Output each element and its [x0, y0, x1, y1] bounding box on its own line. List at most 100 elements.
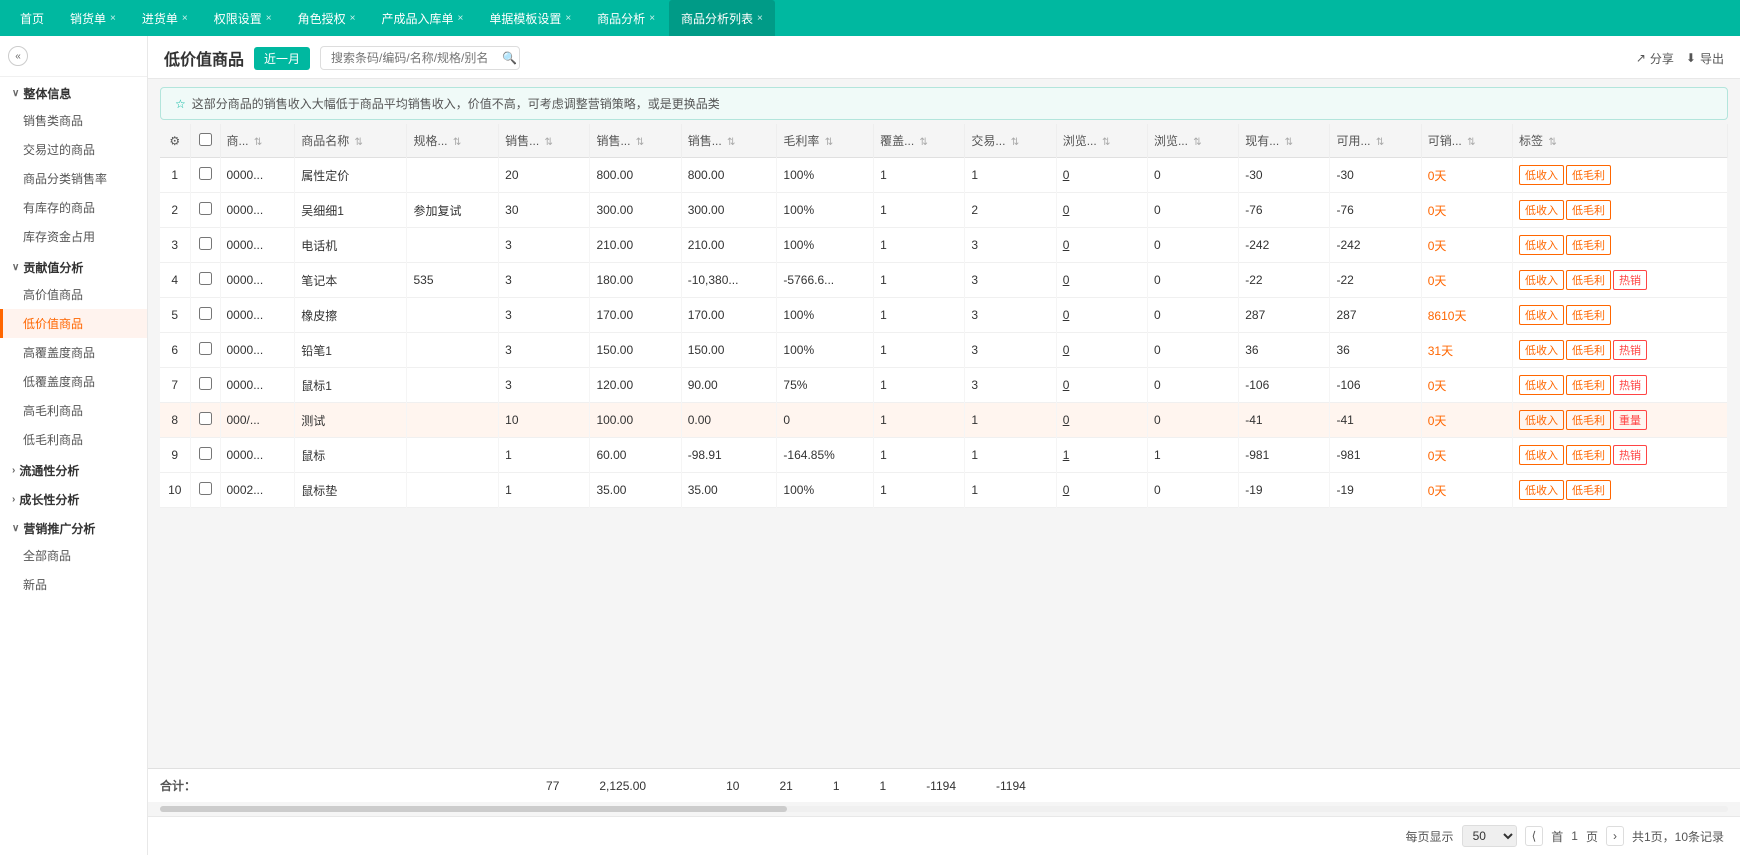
view1[interactable]: 0 [1056, 333, 1147, 368]
row-checkbox[interactable] [199, 482, 212, 495]
col-sale-price[interactable]: 销售... ⇅ [590, 124, 681, 158]
row-checkbox[interactable] [199, 412, 212, 425]
row-checkbox[interactable] [199, 202, 212, 215]
col-name[interactable]: 商品名称 ⇅ [295, 124, 407, 158]
nav-permission-settings[interactable]: 权限设置 × [202, 0, 284, 36]
view-link[interactable]: 0 [1063, 483, 1070, 497]
nav-role-auth[interactable]: 角色授权 × [286, 0, 368, 36]
col-current[interactable]: 现有... ⇅ [1239, 124, 1330, 158]
view1[interactable]: 0 [1056, 403, 1147, 438]
row-checkbox-cell[interactable] [190, 438, 220, 473]
sidebar-item-high-coverage[interactable]: 高覆盖度商品 [0, 338, 147, 367]
view1[interactable]: 0 [1056, 473, 1147, 508]
nav-product-analysis[interactable]: 商品分析 × [585, 0, 667, 36]
col-view1[interactable]: 浏览... ⇅ [1056, 124, 1147, 158]
sidebar-item-low-value[interactable]: 低价值商品 [0, 309, 147, 338]
close-icon[interactable]: × [457, 13, 463, 24]
sidebar-group-overall[interactable]: ∨ 整体信息 [0, 77, 147, 106]
close-icon[interactable]: × [350, 13, 356, 24]
row-checkbox-cell[interactable] [190, 298, 220, 333]
search-icon[interactable]: 🔍 [502, 51, 517, 65]
export-button[interactable]: ⬇ 导出 [1686, 50, 1724, 67]
sidebar-group-marketing[interactable]: ∨ 营销推广分析 [0, 512, 147, 541]
view1[interactable]: 0 [1056, 298, 1147, 333]
row-checkbox-cell[interactable] [190, 193, 220, 228]
col-spec[interactable]: 规格... ⇅ [407, 124, 499, 158]
nav-product-inbound[interactable]: 产成品入库单 × [369, 0, 475, 36]
col-saleable[interactable]: 可销... ⇅ [1421, 124, 1512, 158]
view1[interactable]: 0 [1056, 158, 1147, 193]
row-checkbox[interactable] [199, 167, 212, 180]
row-checkbox[interactable] [199, 377, 212, 390]
row-checkbox[interactable] [199, 307, 212, 320]
row-checkbox[interactable] [199, 447, 212, 460]
sidebar-item-sales-products[interactable]: 销售类商品 [0, 106, 147, 135]
row-checkbox-cell[interactable] [190, 368, 220, 403]
row-checkbox-cell[interactable] [190, 158, 220, 193]
view-link[interactable]: 0 [1063, 343, 1070, 357]
col-view2[interactable]: 浏览... ⇅ [1147, 124, 1238, 158]
row-checkbox-cell[interactable] [190, 403, 220, 438]
row-checkbox[interactable] [199, 237, 212, 250]
sidebar-item-category-sales-rate[interactable]: 商品分类销售率 [0, 164, 147, 193]
sidebar-item-all-products[interactable]: 全部商品 [0, 541, 147, 570]
view1[interactable]: 1 [1056, 438, 1147, 473]
view-link[interactable]: 0 [1063, 273, 1070, 287]
share-button[interactable]: ↗ 分享 [1636, 50, 1674, 67]
select-all-checkbox[interactable] [199, 133, 212, 146]
sidebar-item-low-profit[interactable]: 低毛利商品 [0, 425, 147, 454]
horizontal-scrollbar[interactable] [160, 806, 1728, 812]
view1[interactable]: 0 [1056, 193, 1147, 228]
view-link[interactable]: 1 [1063, 448, 1070, 462]
first-page-button[interactable]: ⟨ [1525, 826, 1544, 846]
row-checkbox[interactable] [199, 272, 212, 285]
close-icon[interactable]: × [266, 13, 272, 24]
close-icon[interactable]: × [757, 13, 763, 24]
col-sale-amount[interactable]: 销售... ⇅ [681, 124, 777, 158]
view1[interactable]: 0 [1056, 368, 1147, 403]
sidebar-group-growth[interactable]: › 成长性分析 [0, 483, 147, 512]
scrollbar-thumb[interactable] [160, 806, 787, 812]
sidebar-item-high-profit[interactable]: 高毛利商品 [0, 396, 147, 425]
view-link[interactable]: 0 [1063, 413, 1070, 427]
view-link[interactable]: 0 [1063, 308, 1070, 322]
view1[interactable]: 0 [1056, 263, 1147, 298]
view1[interactable]: 0 [1056, 228, 1147, 263]
view-link[interactable]: 0 [1063, 168, 1070, 182]
col-sale-qty[interactable]: 销售... ⇅ [499, 124, 590, 158]
time-filter-button[interactable]: 近一月 [254, 47, 310, 70]
nav-home[interactable]: 首页 [8, 0, 56, 36]
sidebar-item-stock-products[interactable]: 有库存的商品 [0, 193, 147, 222]
next-page-button[interactable]: › [1606, 826, 1624, 846]
close-icon[interactable]: × [110, 13, 116, 24]
view-link[interactable]: 0 [1063, 378, 1070, 392]
sidebar-item-low-coverage[interactable]: 低覆盖度商品 [0, 367, 147, 396]
sidebar-collapse-button[interactable]: « [8, 46, 28, 66]
col-settings[interactable]: ⚙ [160, 124, 190, 158]
nav-template-settings[interactable]: 单据模板设置 × [477, 0, 583, 36]
sidebar-item-traded-products[interactable]: 交易过的商品 [0, 135, 147, 164]
close-icon[interactable]: × [649, 13, 655, 24]
col-coverage[interactable]: 覆盖... ⇅ [874, 124, 965, 158]
nav-product-analysis-list[interactable]: 商品分析列表 × [669, 0, 775, 36]
nav-sales-order[interactable]: 销货单 × [58, 0, 128, 36]
sidebar-item-high-value[interactable]: 高价值商品 [0, 280, 147, 309]
search-input[interactable] [320, 46, 520, 70]
view-link[interactable]: 0 [1063, 238, 1070, 252]
nav-purchase-order[interactable]: 进货单 × [130, 0, 200, 36]
col-tags[interactable]: 标签 ⇅ [1513, 124, 1728, 158]
col-profit-rate[interactable]: 毛利率 ⇅ [777, 124, 874, 158]
row-checkbox-cell[interactable] [190, 263, 220, 298]
row-checkbox[interactable] [199, 342, 212, 355]
col-trade[interactable]: 交易... ⇅ [965, 124, 1056, 158]
sidebar-item-stock-funds[interactable]: 库存资金占用 [0, 222, 147, 251]
view-link[interactable]: 0 [1063, 203, 1070, 217]
sidebar-item-new-products[interactable]: 新品 [0, 570, 147, 599]
col-code[interactable]: 商... ⇅ [220, 124, 295, 158]
row-checkbox-cell[interactable] [190, 333, 220, 368]
close-icon[interactable]: × [182, 13, 188, 24]
sidebar-group-contribution[interactable]: ∨ 贡献值分析 [0, 251, 147, 280]
per-page-select[interactable]: 50 100 200 [1462, 825, 1517, 847]
row-checkbox-cell[interactable] [190, 228, 220, 263]
col-available[interactable]: 可用... ⇅ [1330, 124, 1421, 158]
